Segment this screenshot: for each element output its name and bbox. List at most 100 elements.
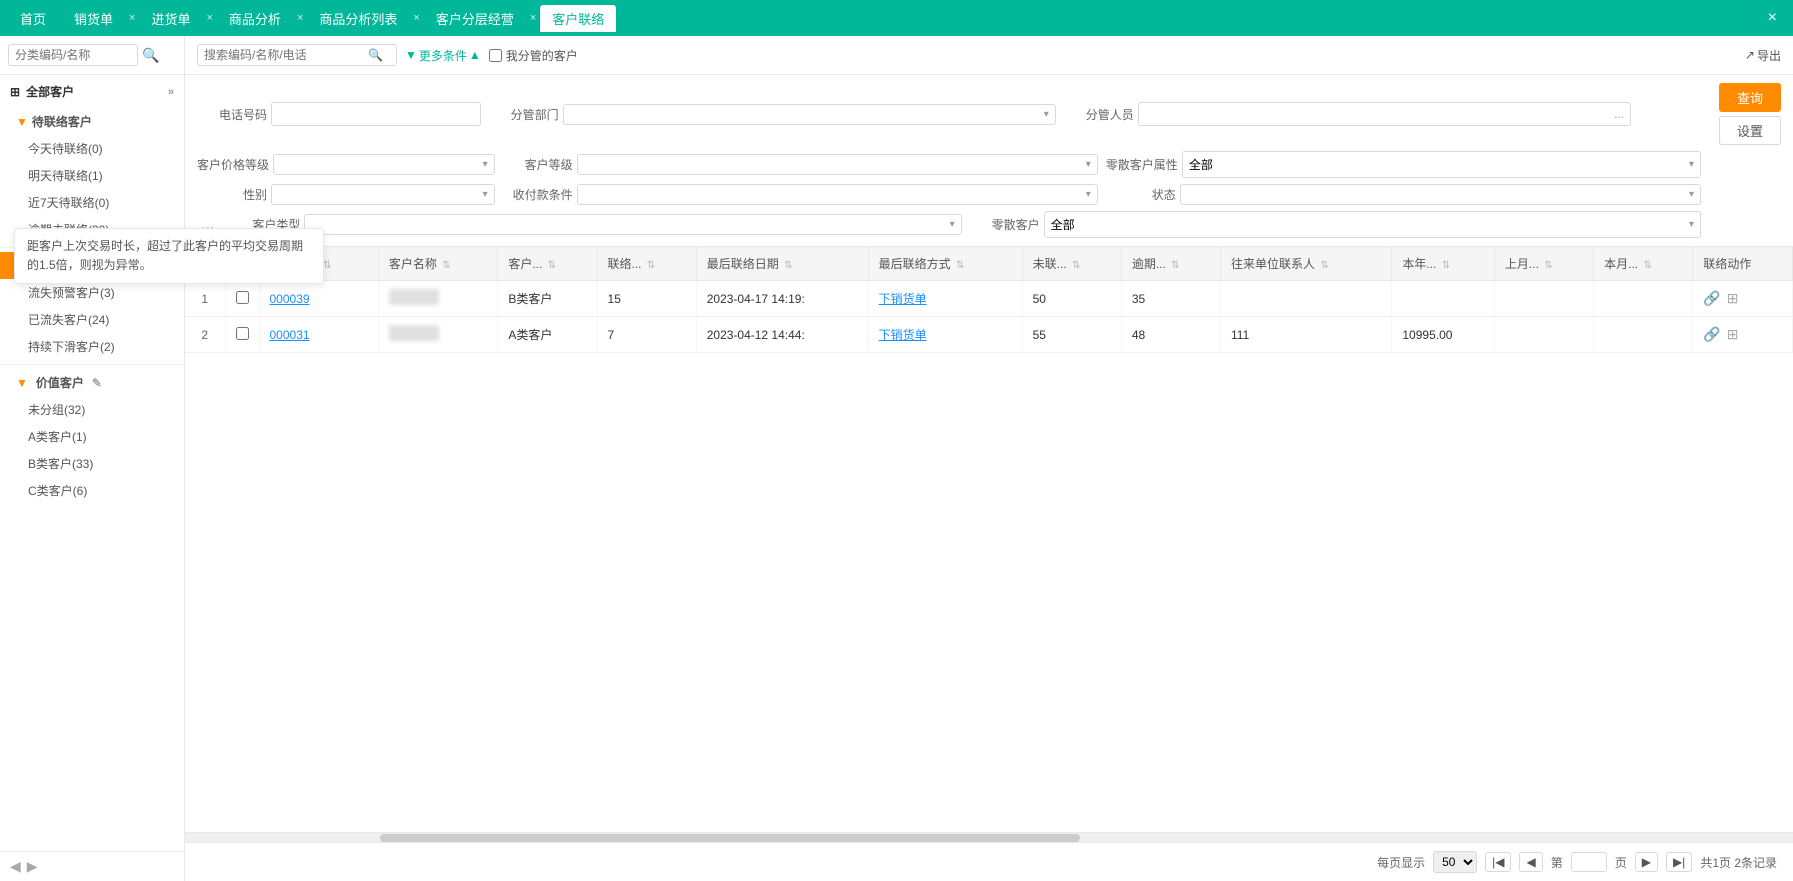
- sort-overdue-icon: ⇅: [1171, 260, 1179, 271]
- row2-code[interactable]: 000031: [259, 317, 378, 353]
- scroll-thumb[interactable]: [380, 834, 1080, 842]
- more-conditions-btn[interactable]: ▼ 更多条件 ▲: [405, 47, 481, 64]
- category-search-input[interactable]: [8, 44, 138, 66]
- th-last-date[interactable]: 最后联络日期 ⇅: [696, 247, 868, 281]
- retail-customer-select[interactable]: 全部 ▾: [1044, 211, 1701, 238]
- next-page-btn[interactable]: ▶: [1635, 852, 1658, 872]
- sidebar-item-a-class[interactable]: A类客户(1): [0, 423, 184, 450]
- customer-search-input[interactable]: [204, 48, 364, 62]
- export-button[interactable]: ↗ 导出: [1745, 47, 1781, 64]
- customer-type-select[interactable]: ▾: [304, 214, 961, 235]
- row2-last-month: [1494, 317, 1593, 353]
- tab-product-analysis[interactable]: 商品分析 ×: [217, 5, 303, 32]
- sidebar-item-lost[interactable]: 已流失客户(24): [0, 306, 184, 333]
- row1-num: 1: [185, 281, 225, 317]
- price-level-select[interactable]: ▾: [273, 154, 495, 175]
- retail-attr-label: 零散客户属性: [1106, 156, 1178, 173]
- per-page-select[interactable]: 50: [1433, 851, 1477, 873]
- last-page-btn[interactable]: ▶|: [1666, 852, 1692, 872]
- retail-attr-select[interactable]: 全部 ▾: [1182, 151, 1701, 178]
- row2-checkbox[interactable]: [236, 327, 249, 340]
- sort-this-month-icon: ⇅: [1643, 260, 1651, 271]
- first-page-btn[interactable]: |◀: [1485, 852, 1511, 872]
- row1-checkbox[interactable]: [236, 291, 249, 304]
- row2-link-icon[interactable]: 🔗: [1703, 326, 1720, 343]
- prev-page-btn[interactable]: ◀: [1519, 852, 1542, 872]
- window-close-button[interactable]: ×: [1760, 9, 1785, 27]
- close-contact-tab[interactable]: ×: [620, 12, 626, 24]
- sidebar-collapse-btn[interactable]: »: [168, 86, 174, 98]
- customer-table: ⚙ 客户编码 ⇅ 客户名称 ⇅ 客户... ⇅: [185, 247, 1793, 353]
- th-name[interactable]: 客户名称 ⇅: [378, 247, 497, 281]
- row1-last-date: 2023-04-17 14:19:: [696, 281, 868, 317]
- tab-product-analysis-list[interactable]: 商品分析列表 ×: [307, 5, 419, 32]
- close-purchase-tab[interactable]: ×: [206, 12, 212, 24]
- tab-sales-order[interactable]: 销货单 ×: [62, 5, 135, 32]
- close-sales-tab[interactable]: ×: [129, 12, 135, 24]
- tab-customer-contact[interactable]: 客户联络 ×: [540, 5, 626, 32]
- gender-select[interactable]: ▾: [271, 184, 495, 205]
- tab-purchase-order[interactable]: 进货单 ×: [139, 5, 212, 32]
- row1-name[interactable]: [378, 281, 497, 317]
- phone-label: 电话号码: [197, 106, 267, 123]
- edit-icon[interactable]: ✎: [92, 376, 102, 390]
- payment-select[interactable]: ▾: [577, 184, 1098, 205]
- row1-grid-icon[interactable]: ⊞: [1727, 290, 1739, 307]
- close-segment-tab[interactable]: ×: [530, 12, 536, 24]
- tooltip-box: 距客户上次交易时长，超过了此客户的平均交易周期的1.5倍，则视为异常。: [14, 228, 324, 284]
- close-product-list-tab[interactable]: ×: [413, 12, 419, 24]
- search-icon[interactable]: 🔍: [368, 48, 383, 62]
- pending-contact-label: 待联络客户: [32, 113, 92, 130]
- settings-button[interactable]: 设置: [1719, 116, 1781, 145]
- row2-last-method[interactable]: 下销货单: [868, 317, 1022, 353]
- price-chevron-down-icon: ▾: [483, 159, 488, 170]
- all-customers-header[interactable]: ⊞ 全部客户 »: [0, 75, 184, 108]
- sidebar-item-7days[interactable]: 近7天待联络(0): [0, 189, 184, 216]
- th-last-method[interactable]: 最后联络方式 ⇅: [868, 247, 1022, 281]
- th-contact-person[interactable]: 往来单位联系人 ⇅: [1221, 247, 1392, 281]
- row1-link-icon[interactable]: 🔗: [1703, 290, 1720, 307]
- row2-not-contacted: 55: [1022, 317, 1121, 353]
- th-overdue[interactable]: 逾期... ⇅: [1121, 247, 1220, 281]
- sidebar-item-c-class[interactable]: C类客户(6): [0, 477, 184, 504]
- th-last-month[interactable]: 上月... ⇅: [1494, 247, 1593, 281]
- value-customer-title[interactable]: ▼ 价值客户 ✎: [0, 369, 184, 396]
- my-customer-checkbox-label[interactable]: 我分管的客户: [489, 47, 578, 64]
- table-header-row: ⚙ 客户编码 ⇅ 客户名称 ⇅ 客户... ⇅: [185, 247, 1793, 281]
- row1-code[interactable]: 000039: [259, 281, 378, 317]
- phone-input[interactable]: [271, 102, 481, 126]
- status-select[interactable]: ▾: [1180, 184, 1701, 205]
- th-contact-count[interactable]: 联络... ⇅: [597, 247, 696, 281]
- sidebar-left-arrow[interactable]: ◀: [10, 858, 21, 875]
- tab-customer-segment[interactable]: 客户分层经营 ×: [424, 5, 536, 32]
- row2-checkbox-cell[interactable]: [225, 317, 259, 353]
- th-this-year[interactable]: 本年... ⇅: [1392, 247, 1495, 281]
- th-level[interactable]: 客户... ⇅: [498, 247, 597, 281]
- sidebar-item-tomorrow[interactable]: 明天待联络(1): [0, 162, 184, 189]
- sort-code-icon: ⇅: [323, 260, 331, 271]
- customer-level-select[interactable]: ▾: [577, 154, 1098, 175]
- query-button[interactable]: 查询: [1719, 83, 1781, 112]
- my-customer-checkbox[interactable]: [489, 49, 502, 62]
- manager-select[interactable]: ...: [1138, 102, 1631, 126]
- row2-name[interactable]: [378, 317, 497, 353]
- sidebar-item-declining[interactable]: 持续下滑客户(2): [0, 333, 184, 360]
- dept-select[interactable]: ▾: [563, 104, 1056, 125]
- sidebar-item-b-class[interactable]: B类客户(33): [0, 450, 184, 477]
- category-search-icon[interactable]: 🔍: [142, 47, 159, 64]
- sidebar-right-arrow[interactable]: ▶: [27, 858, 38, 875]
- th-not-contacted[interactable]: 未联... ⇅: [1022, 247, 1121, 281]
- row2-level: A类客户: [498, 317, 597, 353]
- row2-grid-icon[interactable]: ⊞: [1727, 326, 1739, 343]
- row1-last-method[interactable]: 下销货单: [868, 281, 1022, 317]
- sidebar-item-ungroup[interactable]: 未分组(32): [0, 396, 184, 423]
- sidebar-item-today[interactable]: 今天待联络(0): [0, 135, 184, 162]
- row1-checkbox-cell[interactable]: [225, 281, 259, 317]
- gender-label: 性别: [197, 186, 267, 203]
- close-product-analysis-tab[interactable]: ×: [297, 12, 303, 24]
- th-this-month[interactable]: 本月... ⇅: [1594, 247, 1693, 281]
- tab-homepage[interactable]: 首页: [8, 5, 58, 32]
- page-number-input[interactable]: 1: [1571, 852, 1607, 872]
- pending-contact-title[interactable]: ▼ 待联络客户: [0, 108, 184, 135]
- horizontal-scrollbar[interactable]: [185, 832, 1793, 842]
